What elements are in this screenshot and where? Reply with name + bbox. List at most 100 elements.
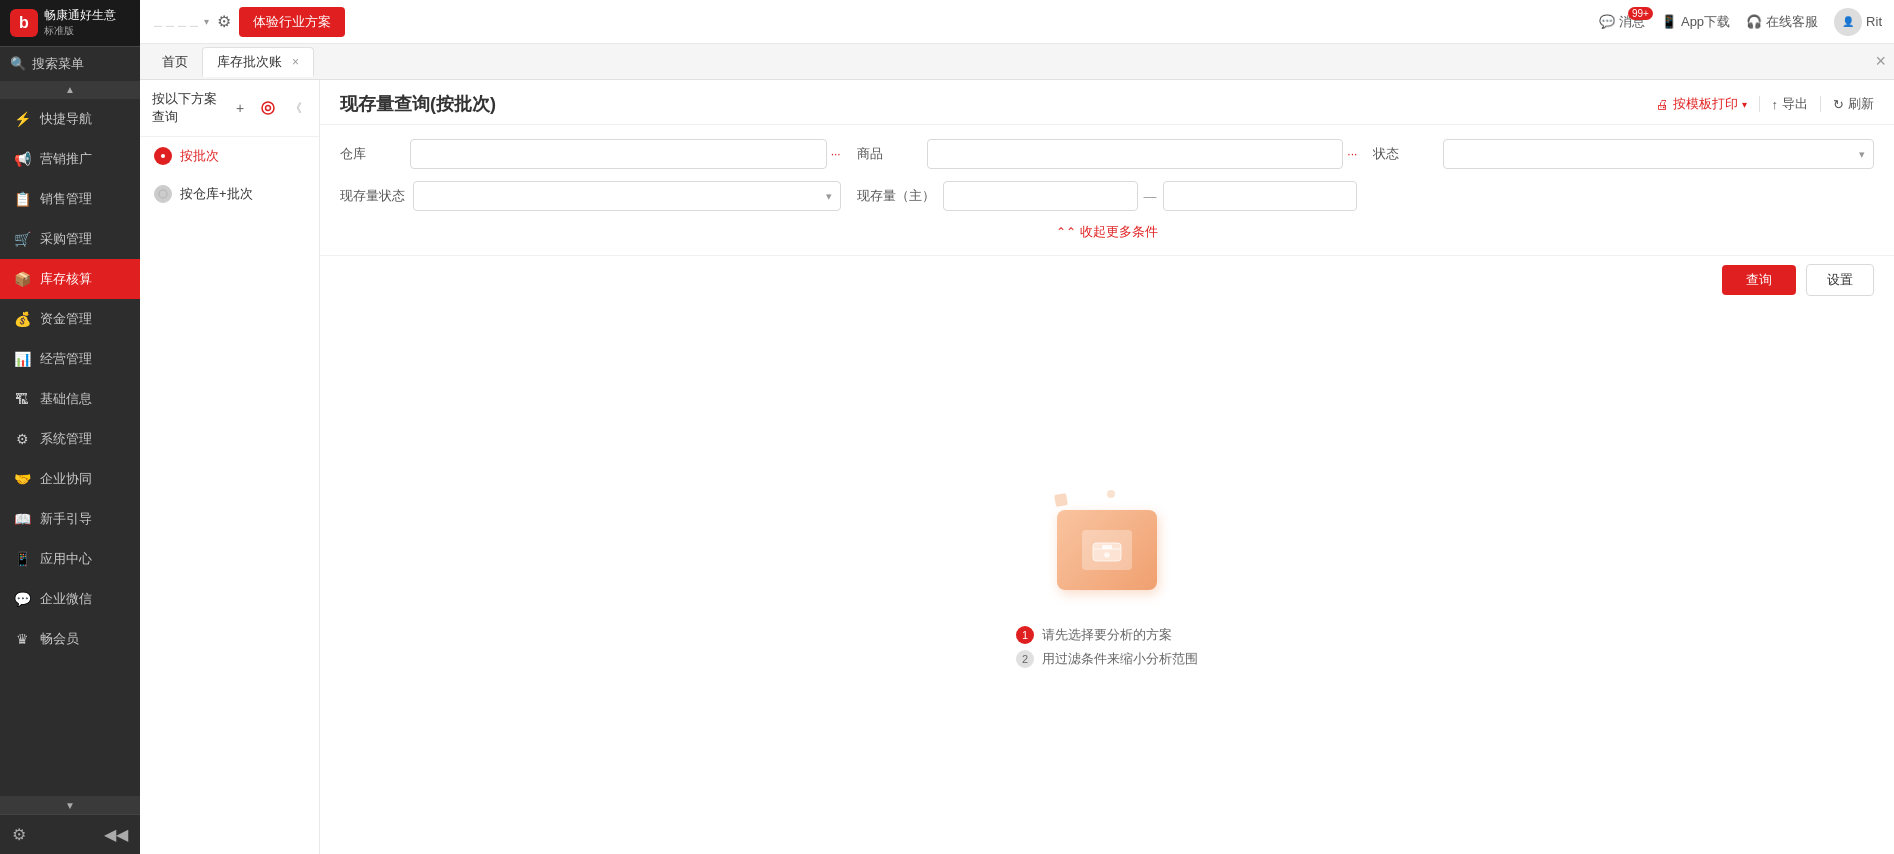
sidebar-item-wechat[interactable]: 💬 企业微信 (0, 579, 140, 619)
headset-icon: 🎧 (1746, 14, 1762, 29)
box-icon (1089, 535, 1125, 565)
svg-point-1 (266, 106, 271, 111)
sidebar-scroll-up[interactable]: ▲ (0, 81, 140, 99)
settings-icon[interactable]: ⚙ (12, 825, 26, 844)
print-icon: 🖨 (1656, 97, 1669, 112)
user-avatar: 👤 (1834, 8, 1862, 36)
query-btn[interactable]: 查询 (1722, 265, 1796, 295)
export-btn[interactable]: ↑ 导出 (1772, 95, 1809, 113)
search-menu-item[interactable]: 🔍 搜索菜单 (0, 47, 140, 81)
search-icon: 🔍 (10, 56, 26, 71)
sidebar-item-system[interactable]: ⚙ 系统管理 (0, 419, 140, 459)
inventory-icon: 📦 (12, 269, 32, 289)
sidebar-item-newuser[interactable]: 📖 新手引导 (0, 499, 140, 539)
tab-home[interactable]: 首页 (148, 47, 202, 77)
marketing-icon: 📢 (12, 149, 32, 169)
sidebar-scroll-down[interactable]: ▼ (0, 796, 140, 814)
topbar-left: ＿＿＿＿ ▾ ⚙ 体验行业方案 (152, 7, 1589, 37)
inactive-scheme-dot (154, 185, 172, 203)
product-more-btn[interactable]: ··· (1347, 147, 1357, 161)
inactive-dot-icon (158, 189, 168, 199)
add-scheme-btn[interactable]: + (229, 97, 251, 119)
sidebar-item-quick-nav[interactable]: ⚡ 快捷导航 (0, 99, 140, 139)
sidebar-company-info: 畅康通好生意 标准版 (44, 8, 116, 38)
collapse-more-btn[interactable]: ⌃⌃ 收起更多条件 (340, 223, 1874, 241)
breadcrumb-dropdown-icon[interactable]: ▾ (204, 16, 209, 27)
breadcrumb: ＿＿＿＿ ▾ (152, 13, 209, 30)
dot-icon (158, 151, 168, 161)
collapse-icon: ⌃⌃ (1056, 225, 1076, 239)
tip-text-1: 请先选择要分析的方案 (1042, 626, 1172, 644)
collapse-left-btn[interactable]: 《 (285, 97, 307, 119)
messages-btn[interactable]: 💬 消息 99+ (1599, 13, 1645, 31)
quantity-min-input[interactable] (943, 181, 1138, 211)
sidebar-footer: ⚙ ◀◀ (0, 814, 140, 854)
finance-icon: 💰 (12, 309, 32, 329)
appstore-icon: 📱 (12, 549, 32, 569)
sidebar-item-basics[interactable]: 🏗 基础信息 (0, 379, 140, 419)
scheme-item-by-batch[interactable]: 按批次 (140, 137, 319, 175)
settings-btn[interactable]: 设置 (1806, 264, 1874, 296)
panel-close-btn[interactable]: × (1875, 51, 1886, 72)
tab-inventory-batch[interactable]: 库存批次账 × (202, 47, 314, 77)
user-profile-btn[interactable]: 👤 Rit (1834, 8, 1882, 36)
svg-point-0 (262, 102, 274, 114)
product-input[interactable] (927, 139, 1344, 169)
sidebar-item-enterprise[interactable]: 🤝 企业协同 (0, 459, 140, 499)
print-btn[interactable]: 🖨 按模板打印 ▾ (1656, 95, 1747, 113)
quantity-max-input[interactable] (1163, 181, 1358, 211)
tip-num-2: 2 (1016, 650, 1034, 668)
header-divider-1 (1759, 96, 1760, 112)
status-select[interactable]: ▾ (1443, 139, 1874, 169)
sidebar-item-appstore[interactable]: 📱 应用中心 (0, 539, 140, 579)
topbar-gear-icon[interactable]: ⚙ (217, 12, 231, 31)
trial-btn[interactable]: 体验行业方案 (239, 7, 345, 37)
topbar: ＿＿＿＿ ▾ ⚙ 体验行业方案 💬 消息 99+ 📱 App下载 🎧 在线客服 (140, 0, 1894, 44)
scheme-item-by-warehouse-batch[interactable]: 按仓库+批次 (140, 175, 319, 213)
left-panel-header: 按以下方案查询 + 《 (140, 80, 319, 137)
refresh-btn[interactable]: ↻ 刷新 (1833, 95, 1874, 113)
warehouse-input[interactable] (410, 139, 827, 169)
tab-close-icon[interactable]: × (292, 55, 299, 69)
sidebar-item-vip[interactable]: ♛ 畅会员 (0, 619, 140, 659)
filter-status: 状态 ▾ (1373, 139, 1874, 169)
sidebar-item-inventory[interactable]: 📦 库存核算 (0, 259, 140, 299)
main-area: ＿＿＿＿ ▾ ⚙ 体验行业方案 💬 消息 99+ 📱 App下载 🎧 在线客服 (140, 0, 1894, 854)
filter-row-1: 仓库 ··· 商品 ··· 状态 ▾ (340, 139, 1874, 169)
right-panel: 现存量查询(按批次) 🖨 按模板打印 ▾ ↑ 导出 ↻ 刷 (320, 80, 1894, 854)
online-support-btn[interactable]: 🎧 在线客服 (1746, 13, 1818, 31)
warehouse-more-btn[interactable]: ··· (831, 147, 841, 161)
sidebar-item-sales[interactable]: 📋 销售管理 (0, 179, 140, 219)
deco-1 (1054, 493, 1068, 507)
page-header: 现存量查询(按批次) 🖨 按模板打印 ▾ ↑ 导出 ↻ 刷 (320, 80, 1894, 125)
export-icon: ↑ (1772, 97, 1779, 112)
app-download-btn[interactable]: 📱 App下载 (1661, 13, 1730, 31)
operations-icon: 📊 (12, 349, 32, 369)
svg-point-4 (159, 190, 167, 198)
refresh-icon: ↻ (1833, 97, 1844, 112)
edition-label: 标准版 (44, 24, 116, 38)
sidebar-item-finance[interactable]: 💰 资金管理 (0, 299, 140, 339)
empty-tip-2: 2 用过滤条件来缩小分析范围 (1016, 650, 1198, 668)
purchase-icon: 🛒 (12, 229, 32, 249)
filter-area: 仓库 ··· 商品 ··· 状态 ▾ (320, 125, 1894, 256)
warehouse-label: 仓库 (340, 145, 410, 163)
filter-stock-status: 现存量状态 ▾ (340, 181, 841, 211)
empty-box-face (1082, 530, 1132, 570)
sidebar-item-operations[interactable]: 📊 经营管理 (0, 339, 140, 379)
scheme-settings-btn[interactable] (257, 97, 279, 119)
topbar-right: 💬 消息 99+ 📱 App下载 🎧 在线客服 👤 Rit (1599, 8, 1882, 36)
stock-status-select[interactable]: ▾ (413, 181, 841, 211)
empty-state: 1 请先选择要分析的方案 2 用过滤条件来缩小分析范围 (320, 304, 1894, 854)
sidebar-item-purchase[interactable]: 🛒 采购管理 (0, 219, 140, 259)
filter-warehouse: 仓库 ··· (340, 139, 841, 169)
print-dropdown-icon[interactable]: ▾ (1742, 99, 1747, 110)
action-bar: 查询 设置 (320, 256, 1894, 304)
collapse-sidebar-icon[interactable]: ◀◀ (104, 825, 128, 844)
sidebar-item-marketing[interactable]: 📢 营销推广 (0, 139, 140, 179)
svg-point-3 (161, 154, 165, 158)
status-label: 状态 (1373, 145, 1443, 163)
product-label: 商品 (857, 145, 927, 163)
messages-badge: 99+ (1628, 7, 1653, 20)
system-icon: ⚙ (12, 429, 32, 449)
